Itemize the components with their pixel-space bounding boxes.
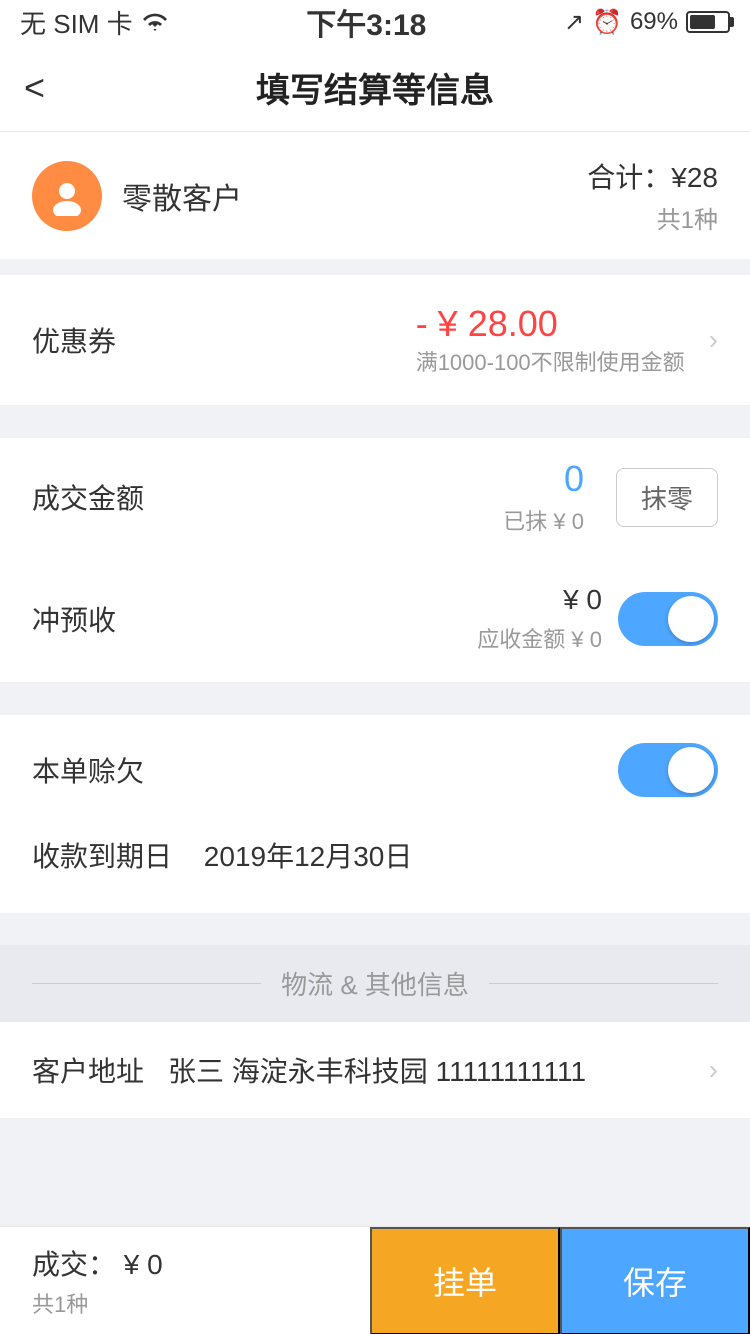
coupon-desc: 满1000-100不限制使用金额 [416,345,685,377]
prepayment-sub: 应收金额 ¥ 0 [477,622,602,654]
coupon-label: 优惠券 [32,320,116,360]
deal-amount-label: 成交金额 [32,477,144,517]
credit-toggle-knob [668,747,714,793]
back-button[interactable]: < [24,67,45,109]
status-left: 无 SIM 卡 [20,4,169,41]
customer-section: 零散客户 合计：¥28 共1种 [0,132,750,259]
address-section[interactable]: 客户地址 张三 海淀永丰科技园 11111111111 › [0,1022,750,1118]
customer-name: 零散客户 [122,174,242,218]
logistics-title: 物流 & 其他信息 [32,965,718,1002]
wifi-icon [141,7,169,38]
pending-button[interactable]: 挂单 [370,1227,560,1334]
credit-section: 本单赊欠 收款到期日 2019年12月30日 [0,715,750,913]
coupon-right: - ¥ 28.00 满1000-100不限制使用金额 › [416,303,718,377]
credit-row: 本单赊欠 [0,715,750,825]
prepayment-value-wrap: ¥ 0 应收金额 ¥ 0 [477,584,602,654]
credit-toggle[interactable] [618,743,718,797]
address-chevron-icon: › [709,1054,718,1086]
due-date-value: 2019年12月30日 [204,841,413,872]
logistics-header: 物流 & 其他信息 [0,945,750,1022]
section-divider-2 [0,699,750,715]
chevron-right-icon: › [709,324,718,356]
deal-amount-value-wrap: 已抹 ¥ 0 [464,458,584,536]
coupon-section[interactable]: 优惠券 - ¥ 28.00 满1000-100不限制使用金额 › [0,275,750,406]
coupon-amount: - ¥ 28.00 [416,303,685,345]
customer-left: 零散客户 [32,161,242,231]
bottom-deal-label: 成交： [32,1249,116,1280]
location-icon: ↗ [564,8,584,37]
battery-icon [686,11,730,33]
deal-amount-sub: 已抹 ¥ 0 [464,504,584,536]
toggle-knob [668,596,714,642]
customer-right: 合计：¥28 共1种 [587,156,718,235]
content-area: 零散客户 合计：¥28 共1种 优惠券 - ¥ 28.00 满1000-100不… [0,132,750,1254]
page-title: 填写结算等信息 [256,63,494,112]
due-date-row: 收款到期日 2019年12月30日 [0,825,750,913]
prepayment-toggle[interactable] [618,592,718,646]
prepayment-right: ¥ 0 应收金额 ¥ 0 [477,584,718,654]
coupon-value: - ¥ 28.00 满1000-100不限制使用金额 [416,303,685,377]
status-right: ↗ ⏰ 69% [564,8,730,37]
avatar [32,161,102,231]
address-value: 张三 海淀永丰科技园 11111111111 [168,1050,701,1090]
save-button[interactable]: 保存 [560,1227,750,1334]
prepayment-label: 冲预收 [32,599,116,639]
status-time: 下午3:18 [306,0,426,44]
total-count: 共1种 [587,200,718,235]
bottom-count: 共1种 [32,1287,338,1319]
bottom-deal: 成交： ¥ 0 [32,1243,338,1283]
prepayment-value: ¥ 0 [477,584,602,616]
bottom-deal-value: ¥ 0 [124,1249,163,1280]
credit-right [618,743,718,797]
sim-status: 无 SIM 卡 [20,4,133,41]
deal-amount-input[interactable] [464,458,584,500]
deal-amount-row: 成交金额 已抹 ¥ 0 抹零 [0,438,750,556]
nav-bar: < 填写结算等信息 [0,44,750,132]
status-bar: 无 SIM 卡 下午3:18 ↗ ⏰ 69% [0,0,750,44]
section-divider-3 [0,929,750,945]
bottom-summary: 成交： ¥ 0 共1种 [0,1243,370,1319]
deal-amount-right: 已抹 ¥ 0 抹零 [464,458,718,536]
address-label: 客户地址 [32,1050,144,1090]
address-row[interactable]: 客户地址 张三 海淀永丰科技园 11111111111 › [0,1022,750,1118]
battery-percent: 69% [630,8,678,36]
credit-label: 本单赊欠 [32,750,144,790]
round-zero-button[interactable]: 抹零 [616,468,718,527]
alarm-icon: ⏰ [592,8,622,37]
section-divider-1 [0,422,750,438]
coupon-row[interactable]: 优惠券 - ¥ 28.00 满1000-100不限制使用金额 › [0,275,750,406]
prepayment-row: 冲预收 ¥ 0 应收金额 ¥ 0 [0,556,750,683]
due-date-label: 收款到期日 2019年12月30日 [32,835,412,875]
deal-amount-section: 成交金额 已抹 ¥ 0 抹零 冲预收 ¥ 0 应收金额 ¥ 0 [0,438,750,683]
bottom-bar: 成交： ¥ 0 共1种 挂单 保存 [0,1226,750,1334]
total-price: 合计：¥28 [587,156,718,196]
